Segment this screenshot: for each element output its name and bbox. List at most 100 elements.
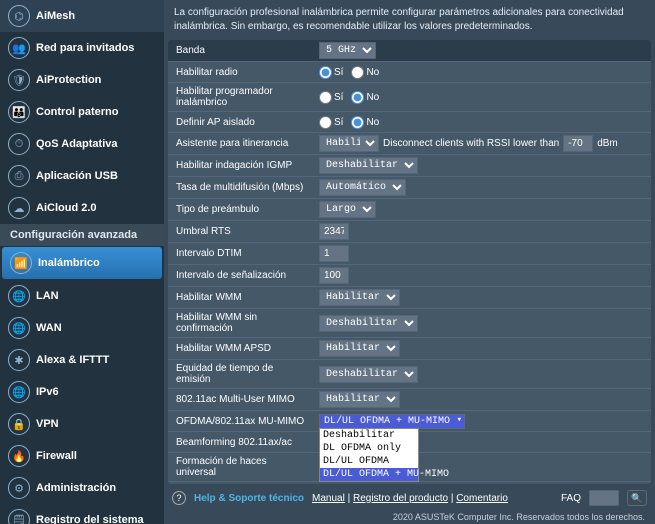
banda-select[interactable]: 5 GHz xyxy=(319,42,376,59)
igmp-select[interactable]: Deshabilitar xyxy=(319,157,418,174)
wmm-apsd-label: Habilitar WMM APSD xyxy=(168,340,313,357)
dtim-label: Intervalo DTIM xyxy=(168,245,313,262)
nav-label: Aplicación USB xyxy=(36,170,118,182)
nav-label: Inalámbrico xyxy=(38,257,100,269)
nav-label: WAN xyxy=(36,322,62,334)
wmm-noack-label: Habilitar WMM sin confirmación xyxy=(168,309,313,337)
nav-label: Firewall xyxy=(36,450,77,462)
nav-icon: ☁ xyxy=(8,197,30,219)
nav-icon: 🌐 xyxy=(8,285,30,307)
airtime-label: Equidad de tiempo de emisión xyxy=(168,360,313,388)
banda-label: Banda xyxy=(168,42,313,59)
nav-red-para-invitados[interactable]: 👥 Red para invitados xyxy=(0,32,164,64)
nav-control-paterno[interactable]: 👪 Control paterno xyxy=(0,96,164,128)
multicast-select[interactable]: Automático xyxy=(319,179,406,196)
sched-yes[interactable]: Sí xyxy=(319,91,343,104)
nav-aicloud-2-0[interactable]: ☁ AiCloud 2.0 xyxy=(0,192,164,224)
product-reg-link[interactable]: Registro del producto xyxy=(353,493,448,504)
nav-label: Registro del sistema xyxy=(36,514,144,524)
roam-label: Asistente para itinerancia xyxy=(168,135,313,152)
dtim-input[interactable] xyxy=(319,245,349,262)
nav-aiprotection[interactable]: 🛡 AiProtection xyxy=(0,64,164,96)
nav-inal-mbrico[interactable]: 📶Inalámbrico xyxy=(2,247,162,279)
nav-label: VPN xyxy=(36,418,59,430)
nav-icon: 🛡 xyxy=(8,69,30,91)
ap-no[interactable]: No xyxy=(351,116,379,129)
nav-wan[interactable]: 🌐WAN xyxy=(0,312,164,344)
nav-icon: 👥 xyxy=(8,37,30,59)
nav-label: Administración xyxy=(36,482,116,494)
nav-vpn[interactable]: 🔒 VPN xyxy=(0,408,164,440)
nav-label: IPv6 xyxy=(36,386,59,398)
multicast-label: Tasa de multidifusión (Mbps) xyxy=(168,179,313,196)
nav-aplicaci-n-usb[interactable]: ⎙ Aplicación USB xyxy=(0,160,164,192)
nav-icon: 🔒 xyxy=(8,413,30,435)
search-button[interactable]: 🔍 xyxy=(627,490,647,506)
nav-label: AiMesh xyxy=(36,10,75,22)
nav-alexa-ifttt[interactable]: ✱ Alexa & IFTTT xyxy=(0,344,164,376)
nav-icon: 👪 xyxy=(8,101,30,123)
radio-yes[interactable]: Sí xyxy=(319,66,343,79)
wmm-apsd-select[interactable]: Habilitar xyxy=(319,340,400,357)
nav-icon: ⏱ xyxy=(8,133,30,155)
wmm-noack-select[interactable]: Deshabilitar xyxy=(319,315,418,332)
rts-input[interactable] xyxy=(319,223,349,240)
nav-lan[interactable]: 🌐 LAN xyxy=(0,280,164,312)
preamble-label: Tipo de preámbulo xyxy=(168,201,313,218)
igmp-label: Habilitar indagación IGMP xyxy=(168,157,313,174)
sched-no[interactable]: No xyxy=(351,91,379,104)
preamble-select[interactable]: Largo xyxy=(319,201,376,218)
nav-firewall[interactable]: 🔥Firewall xyxy=(0,440,164,472)
nav-icon: ⎙ xyxy=(8,165,30,187)
intro-text: La configuración profesional inalámbrica… xyxy=(164,0,655,40)
ofdma-opt-2[interactable]: DL/UL OFDMA xyxy=(320,455,418,468)
beacon-label: Intervalo de señalización xyxy=(168,267,313,284)
help-link[interactable]: Help & Soporte técnico xyxy=(194,493,304,504)
beamform-label: Beamforming 802.11ax/ac xyxy=(168,434,313,451)
ap-label: Definir AP aislado xyxy=(168,114,313,131)
nav-registro-del-sistema[interactable]: 🗒 Registro del sistema xyxy=(0,504,164,524)
radio-label: Habilitar radio xyxy=(168,64,313,81)
mumimo802-label: 802.11ac Multi-User MIMO xyxy=(168,391,313,408)
help-icon[interactable]: ? xyxy=(172,491,186,505)
radio-no[interactable]: No xyxy=(351,66,379,79)
ofdma-select[interactable]: DL/UL OFDMA + MU-MIMO xyxy=(319,414,465,429)
search-input[interactable] xyxy=(589,490,619,506)
ofdma-opt-1[interactable]: DL OFDMA only xyxy=(320,442,418,455)
nav-label: QoS Adaptativa xyxy=(36,138,118,150)
nav-icon: ⌬ xyxy=(8,5,30,27)
roam-select[interactable]: Habilitar xyxy=(319,135,379,152)
faq-label: FAQ xyxy=(561,493,581,504)
txpower-label: Ajuste de la potencia de transmisión xyxy=(168,482,313,484)
ofdma-dropdown[interactable]: Deshabilitar DL OFDMA only DL/UL OFDMA D… xyxy=(319,428,419,482)
wmm-label: Habilitar WMM xyxy=(168,289,313,306)
comment-link[interactable]: Comentario xyxy=(456,493,508,504)
ap-yes[interactable]: Sí xyxy=(319,116,343,129)
roam-post: Disconnect clients with RSSI lower than xyxy=(383,138,559,149)
nav-administraci-n[interactable]: ⚙Administración xyxy=(0,472,164,504)
beacon-input[interactable] xyxy=(319,267,349,284)
ofdma-label: OFDMA/802.11ax MU-MIMO xyxy=(168,413,313,430)
nav-icon: 🌐 xyxy=(8,381,30,403)
ofdma-opt-3[interactable]: DL/UL OFDMA + MU-MIMO xyxy=(320,468,418,481)
mumimo802-select[interactable]: Habilitar xyxy=(319,391,400,408)
rts-label: Umbral RTS xyxy=(168,223,313,240)
ofdma-opt-0[interactable]: Deshabilitar xyxy=(320,429,418,442)
nav-label: AiProtection xyxy=(36,74,101,86)
nav-icon: 🗒 xyxy=(8,509,30,524)
nav-icon: ✱ xyxy=(8,349,30,371)
nav-label: Red para invitados xyxy=(36,42,134,54)
nav-qos-adaptativa[interactable]: ⏱ QoS Adaptativa xyxy=(0,128,164,160)
sched-label: Habilitar programador inalámbrico xyxy=(168,83,313,111)
wmm-select[interactable]: Habilitar xyxy=(319,289,400,306)
nav-label: LAN xyxy=(36,290,59,302)
rssi-input[interactable] xyxy=(563,135,593,152)
airtime-select[interactable]: Deshabilitar xyxy=(319,366,418,383)
nav-label: AiCloud 2.0 xyxy=(36,202,97,214)
nav-ipv6[interactable]: 🌐 IPv6 xyxy=(0,376,164,408)
nav-label: Alexa & IFTTT xyxy=(36,354,109,366)
nav-aimesh[interactable]: ⌬ AiMesh xyxy=(0,0,164,32)
manual-link[interactable]: Manual xyxy=(312,493,345,504)
rssi-unit: dBm xyxy=(597,138,618,149)
nav-label: Control paterno xyxy=(36,106,119,118)
